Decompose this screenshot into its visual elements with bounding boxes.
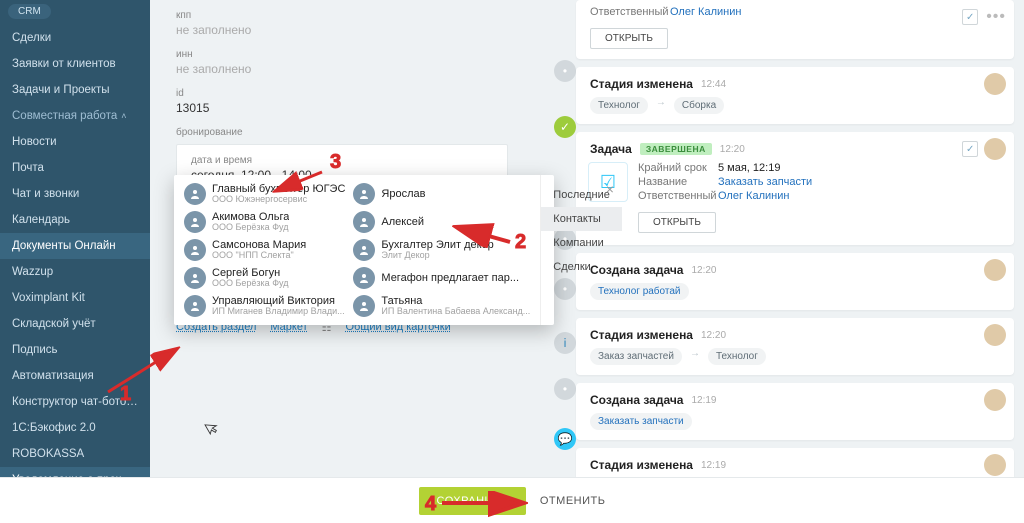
more-icon[interactable]: •••: [986, 8, 1006, 26]
person-icon: [184, 183, 206, 205]
contact-item[interactable]: ТатьянаИП Валентина Бабаева Александ...: [353, 295, 530, 317]
timeline-card-stage: Стадия изменена12:20 Заказ запчастей→Тех…: [576, 318, 1014, 375]
contact-item[interactable]: Ярослав: [353, 183, 530, 205]
sidebar-item[interactable]: Складской учёт: [0, 311, 150, 337]
timeline-marker-chat: 💬: [554, 428, 576, 450]
person-icon: [184, 211, 206, 233]
timeline-card: ОтветственныйОлег Калинин ОТКРЫТЬ ✓•••: [576, 0, 1014, 59]
sidebar: ≡ Битрикс24 КАЦ × CRM СделкиЗаявки от кл…: [0, 0, 150, 523]
contact-item[interactable]: Управляющий ВикторияИП Миганев Владимир …: [184, 295, 345, 317]
field-label: КПП: [176, 10, 508, 21]
sidebar-item[interactable]: Voximplant Kit: [0, 285, 150, 311]
timeline-marker: •: [554, 378, 576, 400]
field-value[interactable]: не заполнено: [176, 23, 508, 37]
field-id: ID 13015: [176, 88, 508, 115]
field-inn: ИНН не заполнено: [176, 49, 508, 76]
contact-item[interactable]: Акимова ОльгаООО Берёзка Фуд: [184, 211, 345, 233]
timeline-marker-done: ✓: [554, 116, 576, 138]
timeline-card-task: ЗадачаЗАВЕРШЕНА12:20 ☑ Крайний срок5 мая…: [576, 132, 1014, 245]
contact-item[interactable]: Самсонова МарияООО "НПП Слекта": [184, 239, 345, 261]
contact-item[interactable]: Главный бухгалтер ЮГЭСООО Южэнергосервис: [184, 183, 345, 205]
crm-chip[interactable]: CRM: [8, 4, 51, 19]
sidebar-item[interactable]: Чат и звонки: [0, 181, 150, 207]
chevron-up-icon: ˄: [121, 111, 126, 121]
field-kpp: КПП не заполнено: [176, 10, 508, 37]
sidebar-item[interactable]: Подпись: [0, 337, 150, 363]
person-icon: [353, 211, 375, 233]
contact-picker: Главный бухгалтер ЮГЭСООО Южэнергосервис…: [174, 175, 554, 325]
sidebar-item[interactable]: Задачи и Проекты: [0, 77, 150, 103]
sidebar-item[interactable]: Документы Онлайн: [0, 233, 150, 259]
avatar[interactable]: [984, 259, 1006, 281]
close-icon[interactable]: ×: [606, 181, 614, 197]
save-button[interactable]: СОХРАНИТЬ: [419, 487, 526, 515]
avatar[interactable]: [984, 389, 1006, 411]
person-icon: [353, 295, 375, 317]
contact-tabs: × ПоследниеКонтактыКомпанииСделки: [540, 175, 622, 325]
sidebar-item[interactable]: Wazzup: [0, 259, 150, 285]
sidebar-item[interactable]: ROBOKASSA: [0, 441, 150, 467]
open-button[interactable]: ОТКРЫТЬ: [638, 212, 716, 233]
avatar[interactable]: [984, 324, 1006, 346]
sidebar-item[interactable]: Календарь: [0, 207, 150, 233]
contact-tab[interactable]: Компании: [541, 231, 622, 255]
person-icon: [353, 239, 375, 261]
sidebar-item[interactable]: 1С:Бэкофис 2.0: [0, 415, 150, 441]
contact-item[interactable]: Бухгалтер Элит декорЭлит Декор: [353, 239, 530, 261]
contact-item[interactable]: Сергей БогунООО Берёзка Фуд: [184, 267, 345, 289]
sidebar-item[interactable]: Заявки от клиентов: [0, 51, 150, 77]
sidebar-item[interactable]: Совместная работа˄: [0, 103, 150, 129]
timeline-card-created: Создана задача12:20 Технолог работай: [576, 253, 1014, 310]
timeline-card-created: Создана задача12:19 Заказать запчасти: [576, 383, 1014, 440]
person-icon: [353, 267, 375, 289]
person-icon: [353, 183, 375, 205]
avatar[interactable]: [984, 73, 1006, 95]
contact-item[interactable]: Мегафон предлагает пар...: [353, 267, 530, 289]
avatar[interactable]: [984, 138, 1006, 160]
contact-tab[interactable]: Сделки: [541, 255, 622, 279]
sidebar-item[interactable]: Новости: [0, 129, 150, 155]
complete-icon[interactable]: ✓: [962, 141, 978, 157]
timeline-marker: •: [554, 60, 576, 82]
sidebar-item[interactable]: Почта: [0, 155, 150, 181]
person-icon: [184, 239, 206, 261]
sidebar-item[interactable]: Автоматизация: [0, 363, 150, 389]
cancel-button[interactable]: ОТМЕНИТЬ: [540, 495, 606, 507]
sidebar-item[interactable]: Конструктор чат-ботов Z…: [0, 389, 150, 415]
booking-label: Бронирование: [176, 127, 508, 138]
person-icon: [184, 267, 206, 289]
complete-icon[interactable]: ✓: [962, 9, 978, 25]
sidebar-item[interactable]: Сделки: [0, 25, 150, 51]
person-icon: [184, 295, 206, 317]
contact-tab[interactable]: Контакты: [541, 207, 622, 231]
timeline-marker-info: i: [554, 332, 576, 354]
open-button[interactable]: ОТКРЫТЬ: [590, 28, 668, 49]
contact-item[interactable]: Алексей: [353, 211, 530, 233]
avatar[interactable]: [984, 454, 1006, 476]
contact-list: Главный бухгалтер ЮГЭСООО Южэнергосервис…: [174, 175, 540, 325]
cursor-icon: [203, 417, 222, 436]
timeline-card-stage: Стадия изменена12:44 Технолог→Сборка: [576, 67, 1014, 124]
action-bar: СОХРАНИТЬ ОТМЕНИТЬ: [0, 477, 1024, 523]
status-badge: ЗАВЕРШЕНА: [640, 143, 712, 155]
